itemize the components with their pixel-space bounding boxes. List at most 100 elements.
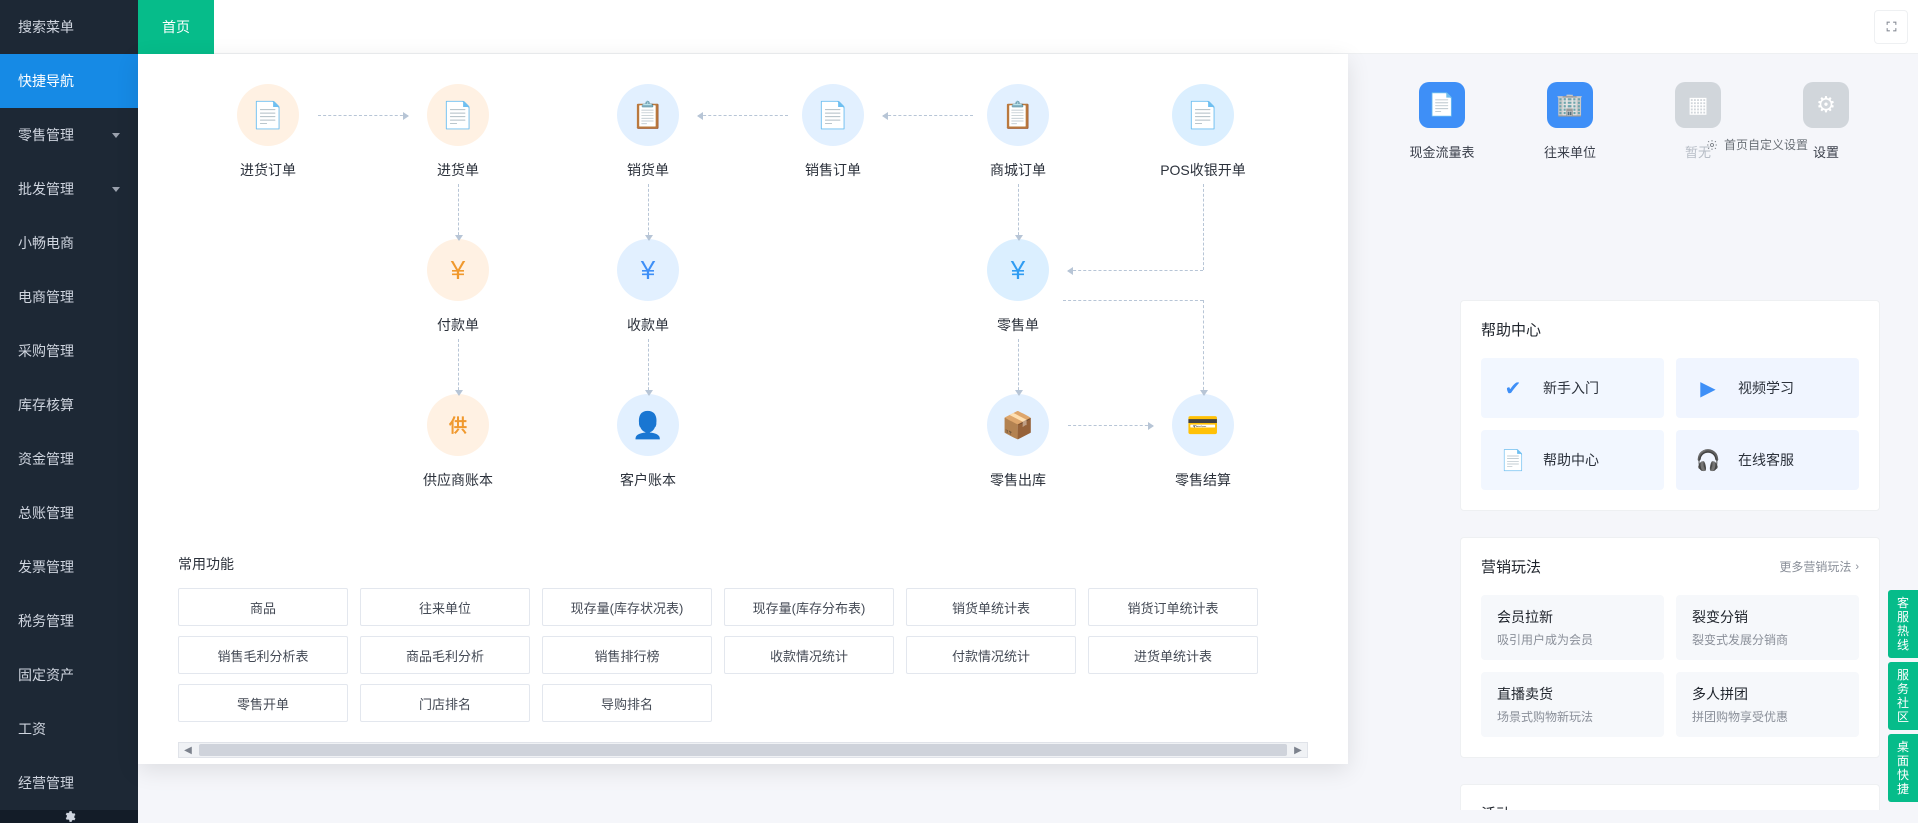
scroll-left-button[interactable]: ◀ <box>179 743 197 757</box>
doc-out-icon: 📄 <box>427 84 489 146</box>
doc-icon: 📄 <box>802 84 864 146</box>
sidebar-item-12[interactable]: 固定资产 <box>0 648 138 702</box>
node-supplier-ledger[interactable]: 供 供应商账本 <box>398 394 518 490</box>
help-item-label: 帮助中心 <box>1543 450 1599 470</box>
sidebar-item-13[interactable]: 工资 <box>0 702 138 756</box>
horizontal-scrollbar[interactable]: ◀ ▶ <box>178 742 1308 758</box>
common-fn-13[interactable]: 门店排名 <box>360 684 530 722</box>
sidebar-item-3[interactable]: 批发管理 <box>0 162 138 216</box>
settle-icon: 💳 <box>1172 394 1234 456</box>
fullscreen-button[interactable] <box>1874 10 1908 44</box>
sidebar-item-7[interactable]: 库存核算 <box>0 378 138 432</box>
quick-action-label: 往来单位 <box>1544 142 1596 161</box>
node-customer-ledger[interactable]: 👤 客户账本 <box>588 394 708 490</box>
common-fn-6[interactable]: 销售毛利分析表 <box>178 636 348 674</box>
sidebar-item-label: 零售管理 <box>18 125 74 145</box>
common-fn-2[interactable]: 现存量(库存状况表) <box>542 588 712 626</box>
activity-title: 活动 <box>1481 803 1859 810</box>
quick-action-0[interactable]: 📄现金流量表 <box>1402 82 1482 161</box>
sidebar-item-8[interactable]: 资金管理 <box>0 432 138 486</box>
node-mall-order[interactable]: 📋 商城订单 <box>958 84 1078 180</box>
money-icon: ¥ <box>617 239 679 301</box>
node-purchase-order[interactable]: 📄 进货订单 <box>208 84 328 180</box>
user-icon: 👤 <box>617 394 679 456</box>
node-payment[interactable]: ¥ 付款单 <box>398 239 518 335</box>
sidebar-item-2[interactable]: 零售管理 <box>0 108 138 162</box>
common-fn-8[interactable]: 销售排行榜 <box>542 636 712 674</box>
common-functions-title: 常用功能 <box>178 554 1308 574</box>
marketing-item-0[interactable]: 会员拉新吸引用户成为会员 <box>1481 595 1664 660</box>
sidebar-item-label: 税务管理 <box>18 611 74 631</box>
chevron-down-icon <box>112 133 120 138</box>
common-fn-0[interactable]: 商品 <box>178 588 348 626</box>
sidebar-item-10[interactable]: 发票管理 <box>0 540 138 594</box>
common-fn-12[interactable]: 零售开单 <box>178 684 348 722</box>
main: 首页 首页自定义设置 📄现金流量表🏢往来单位▦暂无⚙设置 帮助中心 ✔新手入门▶… <box>138 0 1918 810</box>
help-item-label: 在线客服 <box>1738 450 1794 470</box>
common-fn-14[interactable]: 导购排名 <box>542 684 712 722</box>
marketing-item-title: 直播卖货 <box>1497 684 1648 704</box>
doc-icon: 📄 <box>1497 444 1529 476</box>
help-item-2[interactable]: 📄 帮助中心 <box>1481 430 1664 490</box>
node-retail-outbound[interactable]: 📦 零售出库 <box>958 394 1078 490</box>
sidebar-item-6[interactable]: 采购管理 <box>0 324 138 378</box>
node-sales-slip[interactable]: 📋 销货单 <box>588 84 708 180</box>
sidebar-item-1[interactable]: 快捷导航 <box>0 54 138 108</box>
common-fn-4[interactable]: 销货单统计表 <box>906 588 1076 626</box>
help-item-label: 新手入门 <box>1543 378 1599 398</box>
help-item-3[interactable]: 🎧在线客服 <box>1676 430 1859 490</box>
common-fn-10[interactable]: 付款情况统计 <box>906 636 1076 674</box>
sidebar-item-4[interactable]: 小畅电商 <box>0 216 138 270</box>
common-fn-7[interactable]: 商品毛利分析 <box>360 636 530 674</box>
quick-action-3[interactable]: ⚙设置 <box>1786 82 1866 161</box>
help-item-1[interactable]: ▶视频学习 <box>1676 358 1859 418</box>
marketing-item-desc: 裂变式发展分销商 <box>1692 631 1843 648</box>
doc-icon: 📄 <box>1172 84 1234 146</box>
node-sales-order[interactable]: 📄 销售订单 <box>773 84 893 180</box>
marketing-card: 营销玩法 更多营销玩法› 会员拉新吸引用户成为会员裂变分销裂变式发展分销商直播卖… <box>1460 537 1880 758</box>
flow-diagram: 📄 进货订单 📄 进货单 📋 销货单 📄 销售订单 📋 商城订单 <box>178 84 1308 554</box>
sidebar-item-5[interactable]: 电商管理 <box>0 270 138 324</box>
node-purchase-slip[interactable]: 📄 进货单 <box>398 84 518 180</box>
marketing-item-title: 裂变分销 <box>1692 607 1843 627</box>
common-fn-5[interactable]: 销货订单统计表 <box>1088 588 1258 626</box>
dock-item-0[interactable]: 客服热线 <box>1888 590 1918 658</box>
sidebar-item-label: 快捷导航 <box>18 71 74 91</box>
node-pos-checkout[interactable]: 📄 POS收银开单 <box>1143 84 1263 180</box>
ledger-icon: 供 <box>427 394 489 456</box>
help-item-label: 视频学习 <box>1738 378 1794 398</box>
dock-item-2[interactable]: 桌面快捷 <box>1888 734 1918 802</box>
sidebar-settings[interactable] <box>0 810 138 823</box>
marketing-item-1[interactable]: 裂变分销裂变式发展分销商 <box>1676 595 1859 660</box>
quick-action-1[interactable]: 🏢 往来单位 <box>1530 82 1610 161</box>
quick-action-label: 现金流量表 <box>1409 142 1474 161</box>
node-retail-settlement[interactable]: 💳 零售结算 <box>1143 394 1263 490</box>
marketing-more[interactable]: 更多营销玩法› <box>1779 558 1859 575</box>
sidebar-item-0[interactable]: 搜索菜单 <box>0 0 138 54</box>
sidebar-item-14[interactable]: 经营管理 <box>0 756 138 810</box>
node-receipt[interactable]: ¥ 收款单 <box>588 239 708 335</box>
tab-home[interactable]: 首页 <box>138 0 214 54</box>
marketing-item-3[interactable]: 多人拼团拼团购物享受优惠 <box>1676 672 1859 737</box>
sidebar-item-label: 经营管理 <box>18 773 74 793</box>
dock-item-1[interactable]: 服务社区 <box>1888 662 1918 730</box>
sidebar-item-11[interactable]: 税务管理 <box>0 594 138 648</box>
check-icon: ✔ <box>1497 372 1529 404</box>
common-fn-1[interactable]: 往来单位 <box>360 588 530 626</box>
sidebar-item-label: 电商管理 <box>18 287 74 307</box>
marketing-item-title: 会员拉新 <box>1497 607 1648 627</box>
right-dock: 客服热线服务社区桌面快捷 <box>1888 590 1918 802</box>
building-icon: 🏢 <box>1547 82 1593 128</box>
sidebar-item-9[interactable]: 总账管理 <box>0 486 138 540</box>
sidebar-item-label: 固定资产 <box>18 665 74 685</box>
common-fn-11[interactable]: 进货单统计表 <box>1088 636 1258 674</box>
marketing-item-2[interactable]: 直播卖货场景式购物新玩法 <box>1481 672 1664 737</box>
common-fn-9[interactable]: 收款情况统计 <box>724 636 894 674</box>
node-retail-slip[interactable]: ¥ 零售单 <box>958 239 1078 335</box>
scroll-right-button[interactable]: ▶ <box>1289 743 1307 757</box>
scroll-thumb[interactable] <box>199 744 1287 756</box>
doc-in-icon: 📄 <box>237 84 299 146</box>
common-fn-3[interactable]: 现存量(库存分布表) <box>724 588 894 626</box>
quick-action-2[interactable]: ▦暂无 <box>1658 82 1738 161</box>
help-item-0[interactable]: ✔ 新手入门 <box>1481 358 1664 418</box>
